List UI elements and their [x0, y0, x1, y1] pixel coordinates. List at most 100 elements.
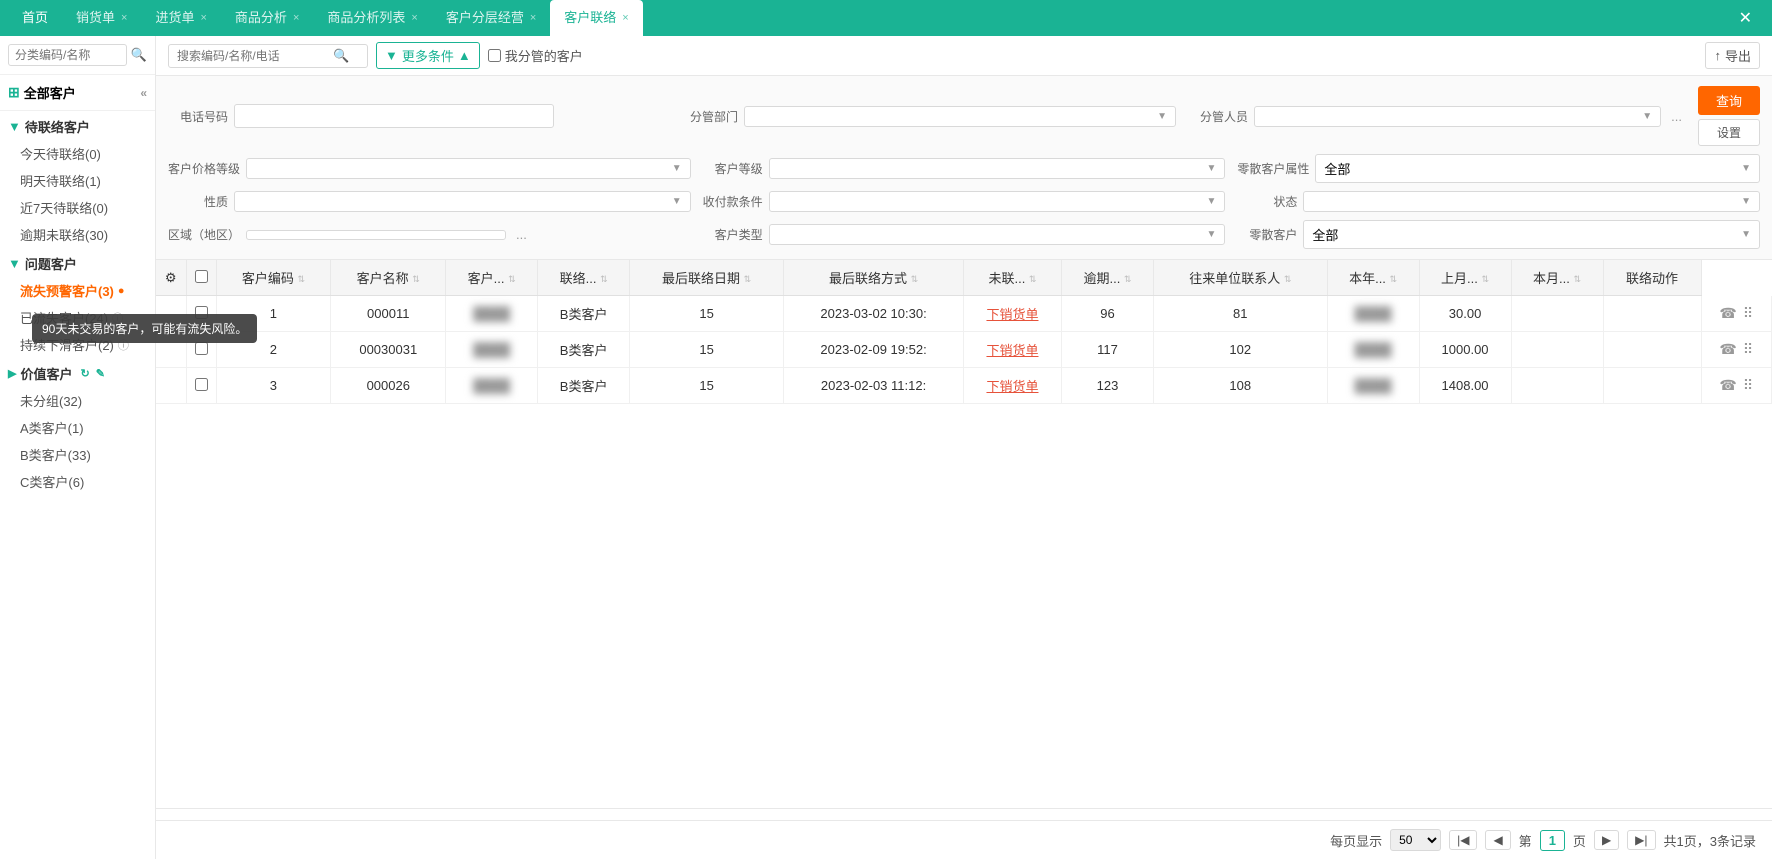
col-overdue[interactable]: 逾期... ⇅ — [1061, 260, 1153, 296]
row-actions[interactable]: ☎ ⠿ — [1701, 332, 1771, 368]
col-code[interactable]: 客户编码 ⇅ — [216, 260, 331, 296]
col-contact-person[interactable]: 往来单位联系人 ⇅ — [1153, 260, 1327, 296]
filter-region-select[interactable] — [246, 230, 506, 240]
sidebar-item-class-a[interactable]: A类客户(1) — [0, 414, 155, 441]
section-problem-customers[interactable]: ▼ 问题客户 — [0, 248, 155, 277]
sidebar-item-ungrouped[interactable]: 未分组(32) — [0, 387, 155, 414]
row-last-method[interactable]: 下销货单 — [963, 332, 1061, 368]
filter-payment: 收付款条件 ▼ — [703, 191, 1226, 212]
section-pending-contact[interactable]: ▼ 待联络客户 — [0, 111, 155, 140]
filter-price-level-select[interactable]: ▼ — [246, 158, 691, 179]
close-icon[interactable]: × — [530, 0, 536, 36]
filter-search-input[interactable] — [177, 49, 327, 63]
tab-customer-contact[interactable]: 客户联络 × — [550, 0, 642, 36]
filter-payment-select[interactable]: ▼ — [769, 191, 1226, 212]
edit-icon[interactable]: ✎ — [96, 367, 105, 380]
filter-phone-input[interactable] — [234, 104, 554, 128]
settings-button[interactable]: 设置 — [1698, 119, 1760, 146]
select-all-checkbox[interactable] — [195, 270, 208, 283]
row-code: 00030031 — [331, 332, 446, 368]
sidebar-item-overdue[interactable]: 逾期未联络(30) — [0, 221, 155, 248]
filter-search-box[interactable]: 🔍 — [168, 44, 368, 68]
tab-analysis[interactable]: 商品分析 × — [221, 0, 313, 36]
filter-person-label: 分管人员 — [1188, 108, 1248, 125]
more-options-icon[interactable]: ... — [512, 227, 531, 242]
filter-gender-select[interactable]: ▼ — [234, 191, 691, 212]
more-action-icon[interactable]: ⠿ — [1743, 341, 1753, 358]
sidebar-item-today[interactable]: 今天待联络(0) — [0, 140, 155, 167]
row-select-checkbox[interactable] — [195, 342, 208, 355]
more-options-icon[interactable]: ... — [1667, 109, 1686, 124]
horizontal-scrollbar[interactable] — [156, 808, 1772, 820]
tab-customer-tier[interactable]: 客户分层经营 × — [432, 0, 550, 36]
row-checkbox[interactable] — [186, 368, 216, 404]
filter-dept-select[interactable]: ▼ — [744, 106, 1176, 127]
window-close-button[interactable]: ✕ — [1727, 8, 1764, 28]
collapse-icon[interactable]: « — [140, 86, 147, 100]
col-checkbox[interactable] — [186, 260, 216, 296]
col-name[interactable]: 客户名称 ⇅ — [331, 260, 446, 296]
filter-zero-customer-select[interactable]: 全部 ▼ — [1303, 220, 1760, 249]
sidebar-item-tomorrow[interactable]: 明天待联络(1) — [0, 167, 155, 194]
filter-person-select[interactable]: ▼ — [1254, 106, 1661, 127]
col-last-date[interactable]: 最后联络日期 ⇅ — [630, 260, 784, 296]
export-button[interactable]: ↑ 导出 — [1705, 42, 1760, 69]
tab-purchase[interactable]: 进货单 × — [141, 0, 220, 36]
page-size-select[interactable]: 50 100 200 — [1390, 829, 1441, 851]
close-icon[interactable]: × — [121, 0, 127, 36]
grid-icon: ⊞ — [8, 84, 20, 101]
row-select-checkbox[interactable] — [195, 378, 208, 391]
row-actions[interactable]: ☎ ⠿ — [1701, 368, 1771, 404]
prev-page-button[interactable]: ◀ — [1485, 830, 1510, 850]
section-pending-label: 待联络客户 — [25, 117, 90, 136]
current-page: 1 — [1540, 830, 1565, 851]
tab-home[interactable]: 首页 — [8, 0, 62, 36]
filter-status-select[interactable]: ▼ — [1303, 191, 1760, 212]
sidebar-item-7days[interactable]: 近7天待联络(0) — [0, 194, 155, 221]
more-conditions-button[interactable]: ▼ 更多条件 ▲ — [376, 42, 480, 69]
row-last-method[interactable]: 下销货单 — [963, 296, 1061, 332]
filter-search-icon[interactable]: 🔍 — [333, 48, 349, 64]
col-uncontacted[interactable]: 未联... ⇅ — [963, 260, 1061, 296]
close-icon[interactable]: × — [293, 0, 299, 36]
more-action-icon[interactable]: ⠿ — [1743, 305, 1753, 322]
first-page-button[interactable]: |◀ — [1449, 830, 1477, 850]
col-type[interactable]: 客户... ⇅ — [446, 260, 538, 296]
col-last-method[interactable]: 最后联络方式 ⇅ — [784, 260, 964, 296]
next-page-button[interactable]: ▶ — [1594, 830, 1619, 850]
col-this-month[interactable]: 本月... ⇅ — [1511, 260, 1603, 296]
contact-action-icon[interactable]: ☎ — [1719, 341, 1736, 358]
col-contact[interactable]: 联络... ⇅ — [538, 260, 630, 296]
sidebar: 🔍 ⊞ 全部客户 « ▼ 待联络客户 今天待联络(0) 明天待联络(1) 近7天… — [0, 36, 156, 859]
query-button[interactable]: 查询 — [1698, 86, 1760, 115]
refresh-icon[interactable]: ↻ — [80, 367, 89, 380]
close-icon[interactable]: × — [411, 0, 417, 36]
contact-action-icon[interactable]: ☎ — [1719, 305, 1736, 322]
contact-action-icon[interactable]: ☎ — [1719, 377, 1736, 394]
sidebar-all-customers[interactable]: ⊞ 全部客户 « — [0, 75, 155, 111]
my-customers-check[interactable] — [488, 49, 501, 62]
sidebar-item-class-b[interactable]: B类客户(33) — [0, 441, 155, 468]
col-this-year[interactable]: 本年... ⇅ — [1327, 260, 1419, 296]
tab-analysis-list[interactable]: 商品分析列表 × — [313, 0, 431, 36]
sidebar-item-class-c[interactable]: C类客户(6) — [0, 468, 155, 495]
sidebar-search-input[interactable] — [8, 44, 127, 66]
section-value-customers[interactable]: ▶ 价值客户 ↻ ✎ — [0, 358, 155, 387]
close-icon[interactable]: × — [200, 0, 206, 36]
tab-sales[interactable]: 销货单 × — [62, 0, 141, 36]
col-settings[interactable]: ⚙ — [156, 260, 186, 296]
col-last-month[interactable]: 上月... ⇅ — [1419, 260, 1511, 296]
row-last-date: 2023-03-02 10:30: — [784, 296, 964, 332]
filter-zero-purchase-select[interactable]: 全部 ▼ — [1315, 154, 1760, 183]
row-actions[interactable]: ☎ ⠿ — [1701, 296, 1771, 332]
sidebar-item-churn-warning[interactable]: 流失预警客户(3) ● — [0, 277, 155, 304]
filter-customer-type-select[interactable]: ▼ — [769, 224, 1226, 245]
more-action-icon[interactable]: ⠿ — [1743, 377, 1753, 394]
my-customers-checkbox[interactable]: 我分管的客户 — [488, 46, 583, 65]
chevron-down-icon: ▼ — [1206, 196, 1216, 207]
last-page-button[interactable]: ▶| — [1627, 830, 1655, 850]
close-icon[interactable]: × — [622, 0, 628, 36]
filter-customer-level-select[interactable]: ▼ — [769, 158, 1226, 179]
row-last-method[interactable]: 下销货单 — [963, 368, 1061, 404]
filter-customer-type-label: 客户类型 — [703, 226, 763, 243]
